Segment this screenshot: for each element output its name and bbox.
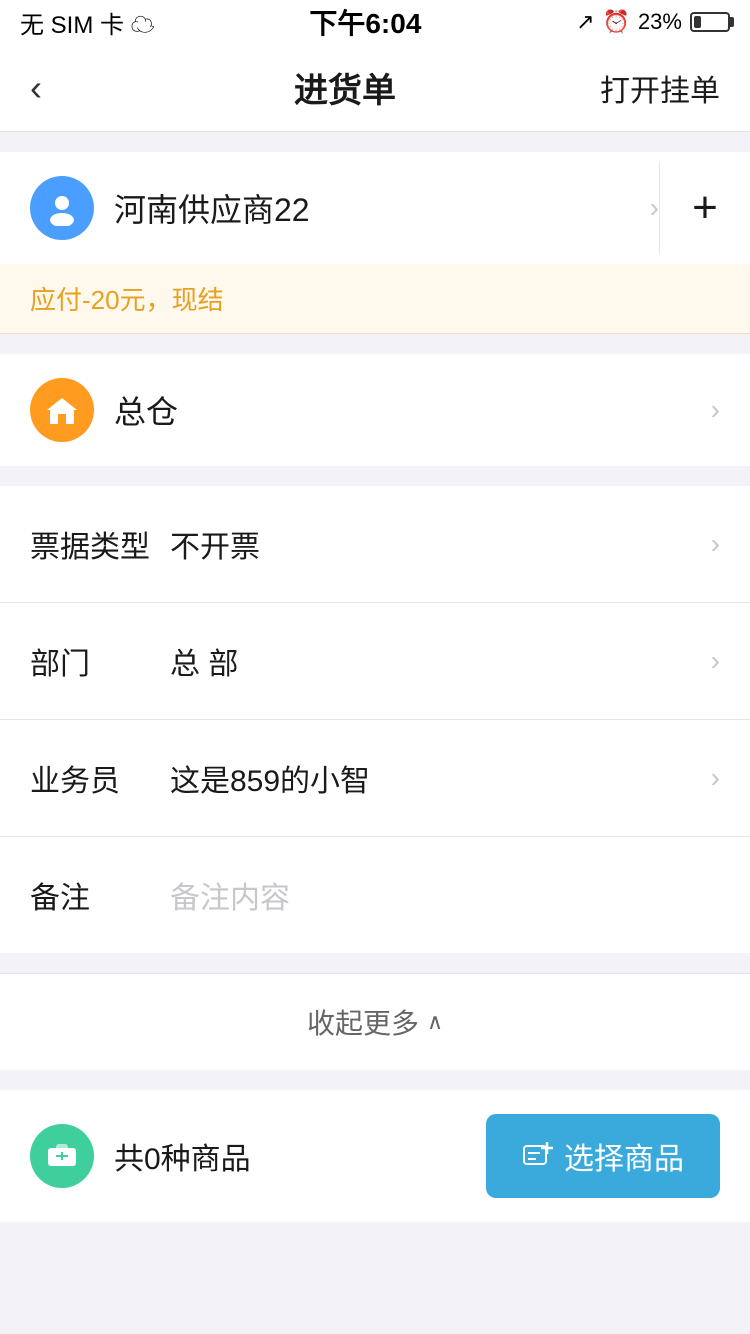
sim-label: 无 SIM 卡 ☁ bbox=[20, 5, 155, 40]
remark-input[interactable]: 备注内容 bbox=[150, 873, 720, 917]
warehouse-icon bbox=[30, 378, 94, 442]
product-count-label: 共0种商品 bbox=[114, 1134, 486, 1178]
department-value: 总 部 bbox=[150, 639, 711, 683]
form-section: 票据类型 不开票 › 部门 总 部 › 业务员 这是859的小智 › 备注 备注… bbox=[0, 486, 750, 953]
select-product-button[interactable]: 选择商品 bbox=[486, 1114, 720, 1198]
product-icon bbox=[30, 1124, 94, 1188]
supplier-chevron-icon: › bbox=[650, 192, 659, 224]
add-supplier-button[interactable]: + bbox=[660, 152, 750, 264]
status-left: 无 SIM 卡 ☁ bbox=[20, 5, 155, 40]
warehouse-name: 总仓 bbox=[114, 387, 711, 433]
person-icon bbox=[44, 190, 80, 226]
status-right: ↗ ⏰ 23% bbox=[576, 9, 730, 35]
warehouse-svg bbox=[44, 392, 80, 428]
warehouse-row[interactable]: 总仓 › bbox=[0, 354, 750, 466]
cart-svg bbox=[44, 1138, 80, 1174]
invoice-type-chevron-icon: › bbox=[711, 528, 720, 560]
battery-icon bbox=[690, 12, 730, 32]
collapse-label: 收起更多 bbox=[307, 1002, 419, 1042]
collapse-icon: ∧ bbox=[427, 1009, 443, 1035]
supplier-left[interactable]: 河南供应商22 › bbox=[0, 152, 659, 264]
supplier-name: 河南供应商22 bbox=[114, 185, 650, 231]
salesperson-chevron-icon: › bbox=[711, 762, 720, 794]
bottom-bar: 共0种商品 选择商品 bbox=[0, 1090, 750, 1222]
gap-1 bbox=[0, 132, 750, 152]
department-label: 部门 bbox=[30, 639, 150, 683]
invoice-type-row[interactable]: 票据类型 不开票 › bbox=[0, 486, 750, 603]
invoice-type-label: 票据类型 bbox=[30, 522, 150, 566]
department-chevron-icon: › bbox=[711, 645, 720, 677]
status-time: 下午6:04 bbox=[309, 2, 421, 42]
salesperson-label: 业务员 bbox=[30, 756, 150, 800]
back-button[interactable]: ‹ bbox=[30, 67, 90, 109]
supplier-section: 河南供应商22 › + bbox=[0, 152, 750, 264]
alarm-icon: ⏰ bbox=[603, 9, 630, 35]
remark-label: 备注 bbox=[30, 873, 150, 917]
notice-banner: 应付-20元，现结 bbox=[0, 264, 750, 334]
status-bar: 无 SIM 卡 ☁ 下午6:04 ↗ ⏰ 23% bbox=[0, 0, 750, 44]
battery-percent: 23% bbox=[638, 9, 682, 35]
remark-row[interactable]: 备注 备注内容 bbox=[0, 837, 750, 953]
collapse-row[interactable]: 收起更多 ∧ bbox=[0, 973, 750, 1070]
nav-bar: ‹ 进货单 打开挂单 bbox=[0, 44, 750, 132]
supplier-avatar bbox=[30, 176, 94, 240]
invoice-type-value: 不开票 bbox=[150, 522, 711, 566]
open-pending-button[interactable]: 打开挂单 bbox=[600, 66, 720, 110]
select-product-label: 选择商品 bbox=[564, 1134, 684, 1178]
salesperson-row[interactable]: 业务员 这是859的小智 › bbox=[0, 720, 750, 837]
select-product-icon bbox=[522, 1140, 554, 1172]
salesperson-value: 这是859的小智 bbox=[150, 756, 711, 800]
warehouse-chevron-icon: › bbox=[711, 394, 720, 426]
department-row[interactable]: 部门 总 部 › bbox=[0, 603, 750, 720]
location-icon: ↗ bbox=[576, 9, 594, 35]
page-title: 进货单 bbox=[294, 63, 396, 112]
